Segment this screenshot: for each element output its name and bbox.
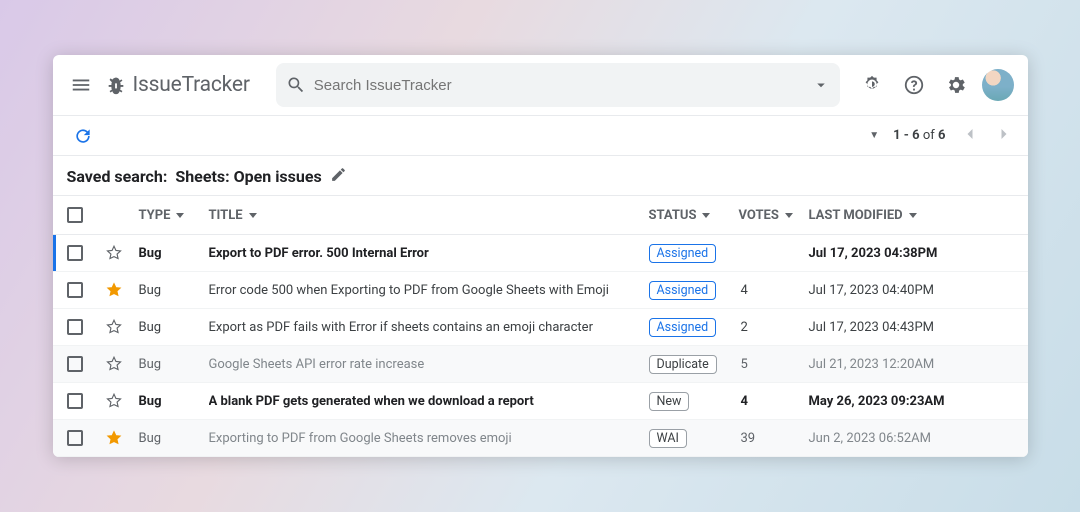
- brightness-icon: [861, 74, 883, 96]
- issue-tracker-window: IssueTracker ▼ 1 - 6: [53, 55, 1028, 457]
- pager-text: 1 - 6 of 6: [893, 128, 945, 143]
- row-checkbox[interactable]: [67, 282, 83, 298]
- sort-caret-icon: [249, 213, 257, 218]
- select-all-checkbox[interactable]: [67, 207, 83, 223]
- issue-type: Bug: [139, 357, 209, 372]
- votes-count: 5: [739, 357, 809, 372]
- issue-type: Bug: [139, 246, 209, 261]
- table-row[interactable]: BugA blank PDF gets generated when we do…: [53, 383, 1028, 420]
- app-name: IssueTracker: [133, 73, 250, 97]
- sort-caret-icon: [702, 213, 710, 218]
- star-toggle[interactable]: [105, 355, 125, 373]
- status-badge: WAI: [649, 429, 687, 448]
- caret-down-icon[interactable]: [812, 76, 830, 94]
- last-modified: May 26, 2023 09:23AM: [809, 394, 1009, 409]
- chevron-right-icon: [994, 124, 1014, 144]
- pager-prev[interactable]: [960, 124, 980, 148]
- star-toggle[interactable]: [105, 244, 125, 262]
- table-row[interactable]: BugError code 500 when Exporting to PDF …: [53, 272, 1028, 309]
- col-status[interactable]: STATUS: [649, 208, 739, 223]
- votes-count: 2: [739, 320, 809, 335]
- star-toggle[interactable]: [105, 429, 125, 447]
- app-header: IssueTracker: [53, 55, 1028, 116]
- edit-saved-search-button[interactable]: [330, 166, 347, 187]
- sort-caret-icon: [176, 213, 184, 218]
- refresh-icon: [73, 126, 93, 146]
- issue-title[interactable]: Error code 500 when Exporting to PDF fro…: [209, 283, 649, 298]
- pager-next[interactable]: [994, 124, 1014, 148]
- theme-toggle-button[interactable]: [856, 69, 888, 101]
- hamburger-icon: [70, 74, 92, 96]
- col-type[interactable]: TYPE: [139, 208, 209, 223]
- status-badge: Assigned: [649, 281, 717, 300]
- votes-count: 4: [739, 394, 809, 409]
- search-box[interactable]: [276, 63, 840, 107]
- gear-icon: [945, 74, 967, 96]
- issue-title[interactable]: Google Sheets API error rate increase: [209, 357, 649, 372]
- votes-count: 39: [739, 431, 809, 446]
- search-input[interactable]: [306, 77, 812, 94]
- chevron-left-icon: [960, 124, 980, 144]
- issue-type: Bug: [139, 431, 209, 446]
- pager: ▼ 1 - 6 of 6: [869, 124, 1013, 148]
- row-checkbox[interactable]: [67, 356, 83, 372]
- status-badge: Assigned: [649, 244, 717, 263]
- row-checkbox[interactable]: [67, 245, 83, 261]
- table-header: TYPE TITLE STATUS VOTES LAST MODIFIED: [53, 195, 1028, 235]
- issue-title[interactable]: Export as PDF fails with Error if sheets…: [209, 320, 649, 335]
- bug-icon: [105, 73, 127, 97]
- last-modified: Jul 17, 2023 04:43PM: [809, 320, 1009, 335]
- table-row[interactable]: BugGoogle Sheets API error rate increase…: [53, 346, 1028, 383]
- sort-caret-icon: [909, 213, 917, 218]
- table-row[interactable]: BugExporting to PDF from Google Sheets r…: [53, 420, 1028, 457]
- last-modified: Jun 2, 2023 06:52AM: [809, 431, 1009, 446]
- star-toggle[interactable]: [105, 281, 125, 299]
- row-checkbox[interactable]: [67, 430, 83, 446]
- table-row[interactable]: BugExport as PDF fails with Error if she…: [53, 309, 1028, 346]
- star-toggle[interactable]: [105, 392, 125, 410]
- row-checkbox[interactable]: [67, 393, 83, 409]
- toolbar: ▼ 1 - 6 of 6: [53, 116, 1028, 156]
- pager-menu-caret[interactable]: ▼: [869, 130, 879, 141]
- issues-table: TYPE TITLE STATUS VOTES LAST MODIFIED Bu…: [53, 195, 1028, 457]
- user-avatar[interactable]: [982, 69, 1014, 101]
- refresh-button[interactable]: [67, 120, 99, 152]
- saved-search-title: Saved search: Sheets: Open issues: [53, 156, 1028, 195]
- issue-title[interactable]: Export to PDF error. 500 Internal Error: [209, 246, 649, 261]
- help-icon: [903, 74, 925, 96]
- help-button[interactable]: [898, 69, 930, 101]
- issue-type: Bug: [139, 394, 209, 409]
- menu-button[interactable]: [67, 71, 95, 99]
- col-last-modified[interactable]: LAST MODIFIED: [809, 208, 1009, 223]
- issue-type: Bug: [139, 320, 209, 335]
- pager-total: 6: [938, 128, 945, 143]
- last-modified: Jul 17, 2023 04:40PM: [809, 283, 1009, 298]
- app-logo[interactable]: IssueTracker: [105, 73, 250, 97]
- row-checkbox[interactable]: [67, 319, 83, 335]
- col-votes[interactable]: VOTES: [739, 208, 809, 223]
- issue-title[interactable]: A blank PDF gets generated when we downl…: [209, 394, 649, 409]
- table-row[interactable]: BugExport to PDF error. 500 Internal Err…: [53, 235, 1028, 272]
- last-modified: Jul 21, 2023 12:20AM: [809, 357, 1009, 372]
- status-badge: Duplicate: [649, 355, 717, 374]
- search-icon: [286, 75, 306, 95]
- issue-title[interactable]: Exporting to PDF from Google Sheets remo…: [209, 431, 649, 446]
- last-modified: Jul 17, 2023 04:38PM: [809, 246, 1009, 261]
- star-toggle[interactable]: [105, 318, 125, 336]
- votes-count: 4: [739, 283, 809, 298]
- header-actions: [856, 69, 1014, 101]
- col-title[interactable]: TITLE: [209, 208, 649, 223]
- status-badge: New: [649, 392, 690, 411]
- settings-button[interactable]: [940, 69, 972, 101]
- sort-caret-icon: [785, 213, 793, 218]
- issue-type: Bug: [139, 283, 209, 298]
- pager-range: 1 - 6: [893, 128, 920, 143]
- status-badge: Assigned: [649, 318, 717, 337]
- pencil-icon: [330, 166, 347, 183]
